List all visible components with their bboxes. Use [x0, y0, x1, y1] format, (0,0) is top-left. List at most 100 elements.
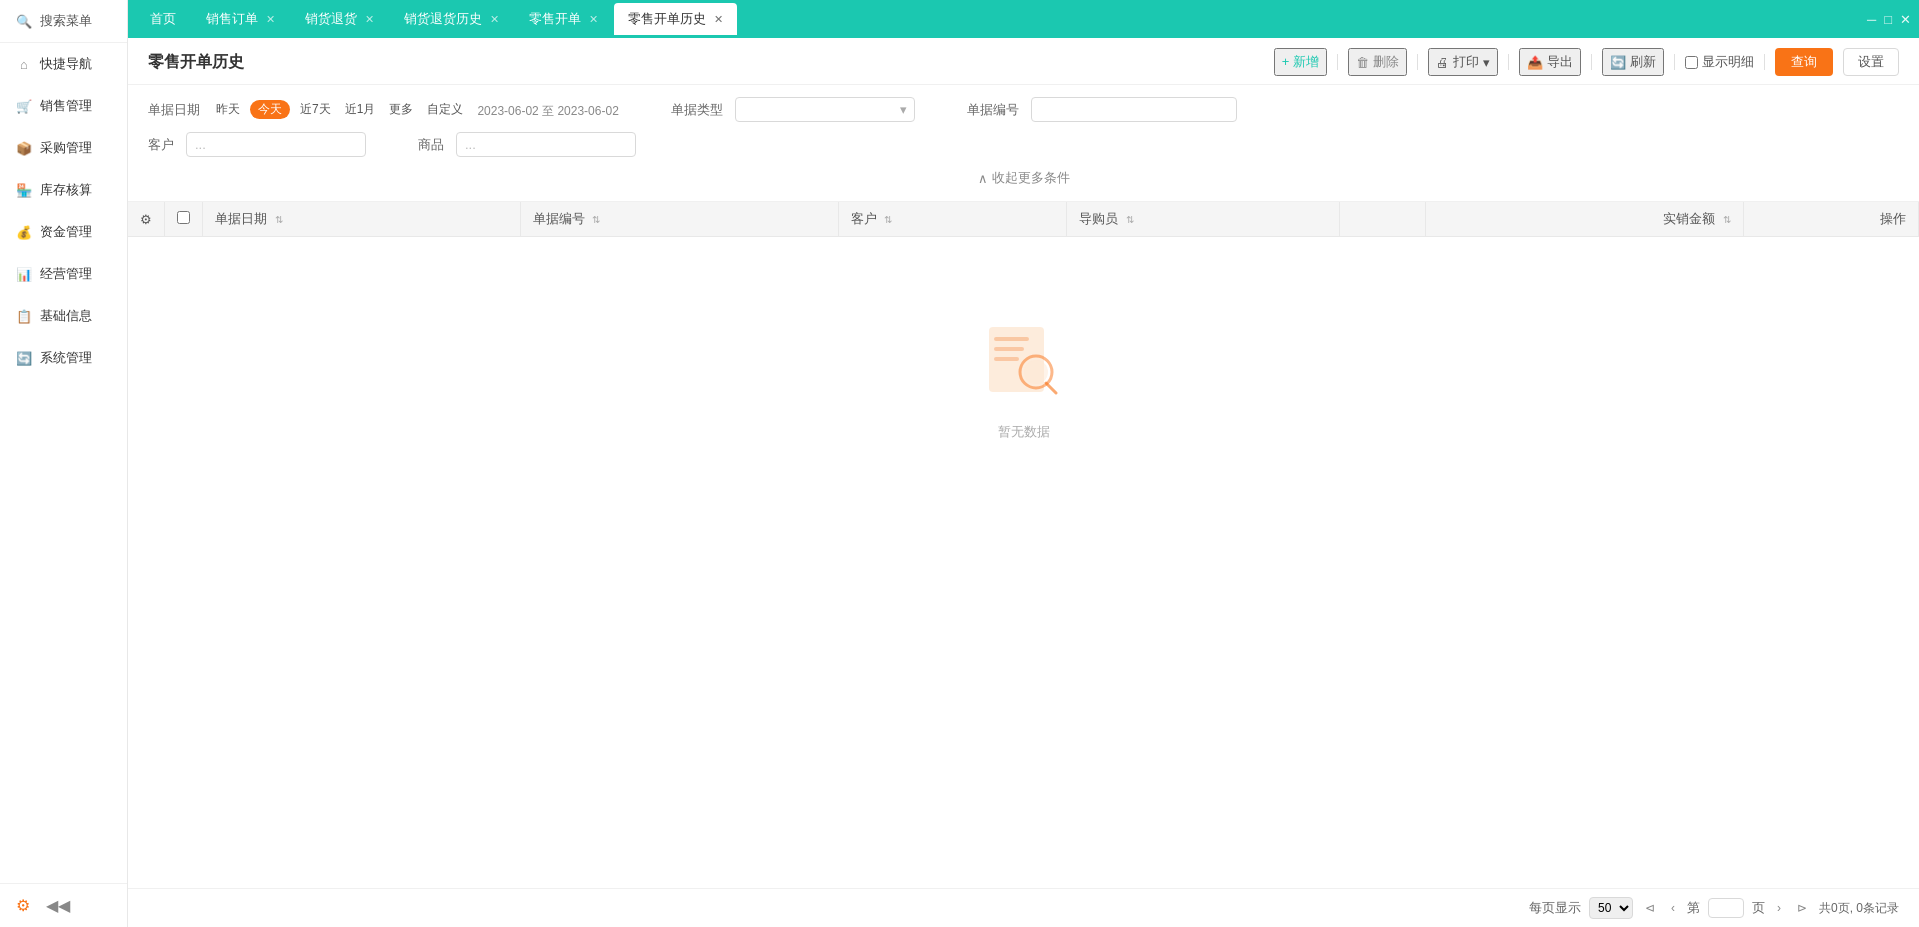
export-button[interactable]: 📤 导出 — [1519, 48, 1581, 76]
th-date[interactable]: 单据日期 ⇅ — [203, 202, 521, 237]
tab-sales-order[interactable]: 销售订单 ✕ — [192, 3, 289, 35]
export-button-label: 导出 — [1547, 53, 1573, 71]
svg-rect-1 — [994, 337, 1029, 341]
inventory-icon: 🏪 — [16, 182, 32, 198]
tab-sales-order-label: 销售订单 — [206, 10, 258, 28]
sort-amount-icon: ⇅ — [1723, 214, 1731, 225]
product-label: 商品 — [418, 136, 444, 154]
date-today-btn[interactable]: 今天 — [250, 100, 290, 119]
sort-date-icon: ⇅ — [275, 214, 283, 225]
print-button[interactable]: 🖨 打印 ▾ — [1428, 48, 1498, 76]
tab-retail-open[interactable]: 零售开单 ✕ — [515, 3, 612, 35]
th-actions: 操作 — [1743, 202, 1918, 237]
date-1month-btn[interactable]: 近1月 — [341, 100, 380, 119]
display-detail-checkbox[interactable] — [1685, 56, 1698, 69]
window-minimize-icon[interactable]: ─ — [1867, 12, 1876, 27]
add-button[interactable]: + 新增 — [1274, 48, 1327, 76]
sidebar-collapse-icon[interactable]: ◀◀ — [46, 896, 70, 915]
date-more-btn[interactable]: 更多 — [385, 100, 417, 119]
table-settings-icon[interactable]: ⚙ — [140, 212, 152, 227]
window-maximize-icon[interactable]: □ — [1884, 12, 1892, 27]
th-salesperson[interactable]: 导购员 ⇅ — [1067, 202, 1340, 237]
page-number-input[interactable]: 1 — [1708, 898, 1744, 918]
sidebar-item-label-finance: 资金管理 — [40, 223, 92, 241]
toolbar-divider-2 — [1417, 54, 1418, 70]
sidebar-item-quick-nav[interactable]: ⌂ 快捷导航 — [0, 43, 127, 85]
sidebar-search[interactable]: 🔍 搜索菜单 — [0, 0, 127, 43]
tab-home[interactable]: 首页 — [136, 3, 190, 35]
date-custom-btn[interactable]: 自定义 — [423, 100, 467, 119]
window-close-icon[interactable]: ✕ — [1900, 12, 1911, 27]
empty-state: 暂无数据 — [128, 237, 1919, 521]
top-right-controls: ─ □ ✕ — [1867, 12, 1911, 27]
sidebar-item-finance[interactable]: 💰 资金管理 — [0, 211, 127, 253]
sort-order-no-icon: ⇅ — [592, 214, 600, 225]
setting-button-label: 设置 — [1858, 54, 1884, 69]
refresh-button[interactable]: 🔄 刷新 — [1602, 48, 1664, 76]
tab-sales-order-close[interactable]: ✕ — [266, 13, 275, 26]
print-icon: 🖨 — [1436, 55, 1449, 70]
tab-sales-return[interactable]: 销货退货 ✕ — [291, 3, 388, 35]
order-type-select[interactable] — [735, 97, 915, 122]
svg-rect-3 — [994, 357, 1019, 361]
sort-customer-icon: ⇅ — [884, 214, 892, 225]
per-page-label: 每页显示 — [1529, 899, 1581, 917]
page-prev-btn[interactable]: ‹ — [1667, 899, 1679, 917]
select-all-checkbox[interactable] — [177, 211, 190, 224]
tab-retail-open-close[interactable]: ✕ — [589, 13, 598, 26]
th-settings[interactable]: ⚙ — [128, 202, 165, 237]
collapse-more-btn[interactable]: ∧ 收起更多条件 — [148, 167, 1899, 189]
display-detail-wrap[interactable]: 显示明细 — [1685, 53, 1754, 71]
sidebar-item-label-sales: 销售管理 — [40, 97, 92, 115]
th-checkbox[interactable] — [165, 202, 203, 237]
delete-button[interactable]: 🗑 删除 — [1348, 48, 1407, 76]
basic-info-icon: 📋 — [16, 308, 32, 324]
filter-area: 单据日期 昨天 今天 近7天 近1月 更多 自定义 2023-06-02 至 2… — [128, 85, 1919, 202]
per-page-select[interactable]: 50 — [1589, 897, 1633, 919]
home-icon: ⌂ — [16, 56, 32, 72]
page-header: 零售开单历史 + 新增 🗑 删除 🖨 打印 ▾ 📤 — [128, 38, 1919, 85]
sidebar-item-sys-mgmt[interactable]: 🔄 系统管理 — [0, 337, 127, 379]
operations-icon: 📊 — [16, 266, 32, 282]
sidebar-item-purchase-mgmt[interactable]: 📦 采购管理 — [0, 127, 127, 169]
cart-icon: 🛒 — [16, 98, 32, 114]
sys-icon: 🔄 — [16, 350, 32, 366]
toolbar-divider-5 — [1674, 54, 1675, 70]
customer-label: 客户 — [148, 136, 174, 154]
sidebar-item-basic-info[interactable]: 📋 基础信息 — [0, 295, 127, 337]
sidebar-item-inventory[interactable]: 🏪 库存核算 — [0, 169, 127, 211]
sidebar-search-label: 搜索菜单 — [40, 12, 92, 30]
th-amount[interactable]: 实销金额 ⇅ — [1426, 202, 1744, 237]
page-next-btn[interactable]: › — [1773, 899, 1785, 917]
display-detail-label: 显示明细 — [1702, 53, 1754, 71]
th-order-no[interactable]: 单据编号 ⇅ — [520, 202, 838, 237]
tab-retail-open-history[interactable]: 零售开单历史 ✕ — [614, 3, 737, 35]
tab-sales-return-history-close[interactable]: ✕ — [490, 13, 499, 26]
collapse-chevron-up-icon: ∧ — [978, 171, 988, 186]
page-last-btn[interactable]: ⊳ — [1793, 899, 1811, 917]
page-first-btn[interactable]: ⊲ — [1641, 899, 1659, 917]
date-yesterday-btn[interactable]: 昨天 — [212, 100, 244, 119]
product-input-wrap[interactable]: ... — [456, 132, 636, 157]
empty-text: 暂无数据 — [998, 423, 1050, 441]
query-button[interactable]: 查询 — [1775, 48, 1833, 76]
sidebar-item-operations[interactable]: 📊 经营管理 — [0, 253, 127, 295]
settings-gear-icon[interactable]: ⚙ — [16, 896, 30, 915]
customer-input-wrap[interactable]: ... — [186, 132, 366, 157]
order-no-input[interactable] — [1031, 97, 1237, 122]
order-type-dropdown-wrap — [735, 97, 915, 122]
print-button-label: 打印 — [1453, 53, 1479, 71]
tab-sales-return-close[interactable]: ✕ — [365, 13, 374, 26]
top-nav: 首页 销售订单 ✕ 销货退货 ✕ 销货退货历史 ✕ 零售开单 ✕ 零售开单历史 … — [128, 0, 1919, 38]
refresh-icon: 🔄 — [1610, 55, 1626, 70]
th-customer[interactable]: 客户 ⇅ — [838, 202, 1067, 237]
refresh-button-label: 刷新 — [1630, 53, 1656, 71]
tab-retail-open-history-close[interactable]: ✕ — [714, 13, 723, 26]
tab-sales-return-history[interactable]: 销货退货历史 ✕ — [390, 3, 513, 35]
setting-button[interactable]: 设置 — [1843, 48, 1899, 76]
date-7days-btn[interactable]: 近7天 — [296, 100, 335, 119]
sort-salesperson-icon: ⇅ — [1126, 214, 1134, 225]
sidebar-item-sales-mgmt[interactable]: 🛒 销售管理 — [0, 85, 127, 127]
toolbar-divider-1 — [1337, 54, 1338, 70]
filter-row-2: 客户 ... 商品 ... — [148, 132, 1899, 157]
